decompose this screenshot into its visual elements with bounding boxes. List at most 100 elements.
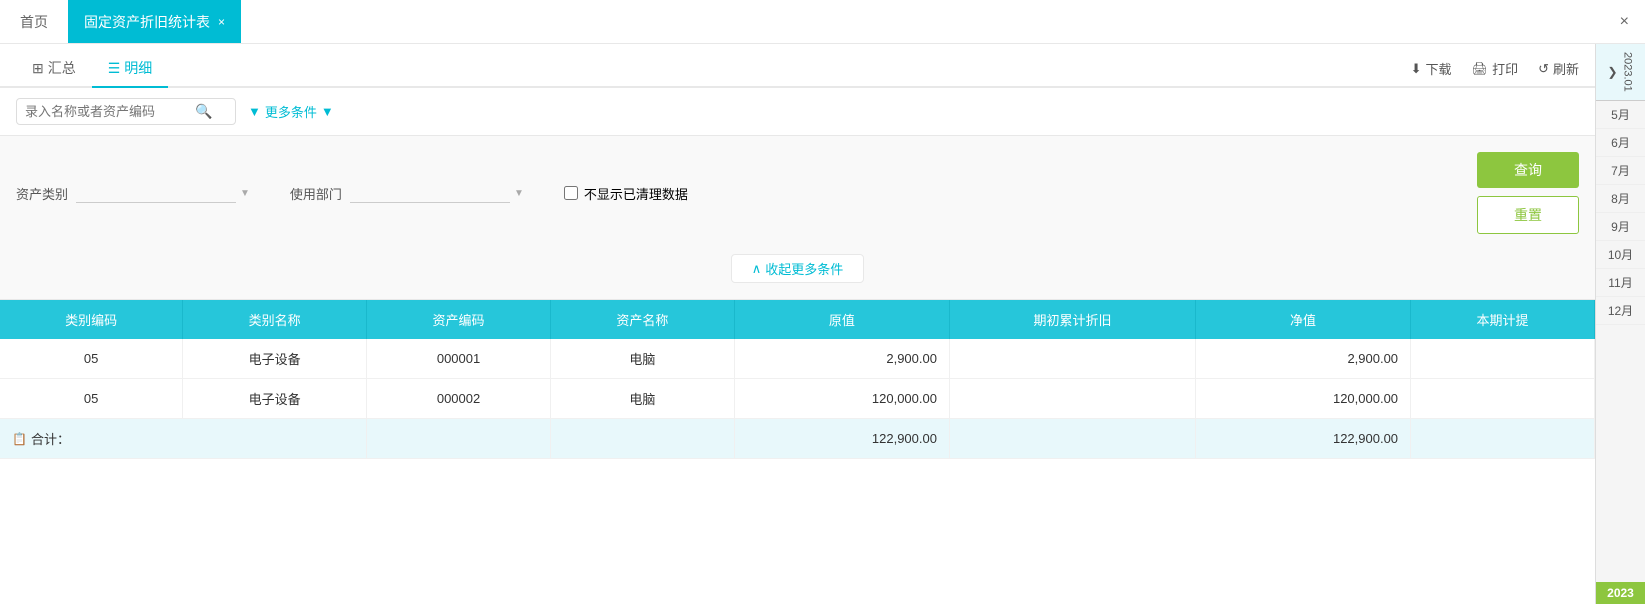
- print-label: 打印: [1492, 59, 1518, 78]
- right-panel: ❯ 2023.01 5月6月7月8月9月10月11月12月 2023: [1595, 44, 1645, 604]
- tab-detail[interactable]: ☰ 明细: [92, 58, 169, 88]
- tab-label: 固定资产折旧统计表: [84, 12, 210, 32]
- cell-asset-code: 000002: [367, 379, 551, 419]
- hide-cleared-field: 不显示已清理数据: [564, 184, 688, 203]
- advanced-filter: 资产类别 ▼ 使用部门 ▼ 不显示已清理数据: [0, 136, 1595, 300]
- collapse-icon: ∧: [752, 261, 762, 277]
- tabs-bar: ⊞ 汇总 ☰ 明细 ⬇ 下载 🖨 打印 ↺ 刷新: [0, 44, 1595, 88]
- total-current-depreciation: [1411, 419, 1595, 459]
- cell-asset-name: 电脑: [550, 379, 734, 419]
- tab-summary-label: 汇总: [48, 58, 76, 78]
- collapse-button[interactable]: ∧ 收起更多条件: [731, 254, 865, 283]
- total-label-cell: 📋 合计：: [0, 419, 367, 459]
- query-button[interactable]: 查询: [1477, 152, 1579, 188]
- download-button[interactable]: ⬇ 下载: [1411, 59, 1452, 78]
- month-item[interactable]: 9月: [1596, 213, 1645, 241]
- col-original-value: 原值: [734, 300, 949, 339]
- table-header-row: 类别编码 类别名称 资产编码 资产名称 原值 期初累计折旧 净值 本期计提: [0, 300, 1595, 339]
- cell-current-depreciation: [1411, 339, 1595, 379]
- print-button[interactable]: 🖨 打印: [1472, 59, 1519, 78]
- tab-summary[interactable]: ⊞ 汇总: [16, 58, 92, 88]
- cell-asset-code: 000001: [367, 339, 551, 379]
- department-label: 使用部门: [290, 184, 342, 203]
- col-cumulative-depreciation: 期初累计折旧: [949, 300, 1195, 339]
- col-asset-code: 资产编码: [367, 300, 551, 339]
- data-table: 类别编码 类别名称 资产编码 资产名称 原值 期初累计折旧 净值 本期计提 05…: [0, 300, 1595, 459]
- search-bar: 🔍 ▼ 更多条件 ▼: [0, 88, 1595, 136]
- search-input[interactable]: [25, 104, 195, 119]
- col-category-code: 类别编码: [0, 300, 183, 339]
- date-nav: ❯ 2023.01: [1596, 44, 1645, 101]
- chevron-down-icon: ▼: [321, 104, 334, 119]
- total-row: 📋 合计： 122,900.00 122,900.00: [0, 419, 1595, 459]
- summary-icon: ⊞: [32, 60, 44, 77]
- download-icon: ⬇: [1411, 61, 1422, 77]
- table-row: 05 电子设备 000001 电脑 2,900.00 2,900.00: [0, 339, 1595, 379]
- cell-original-value: 120,000.00: [734, 379, 949, 419]
- tab-detail-label: 明细: [124, 58, 152, 78]
- cell-original-value: 2,900.00: [734, 339, 949, 379]
- col-asset-name: 资产名称: [550, 300, 734, 339]
- download-label: 下载: [1426, 59, 1452, 78]
- month-item[interactable]: 11月: [1596, 269, 1645, 297]
- total-net-value: 122,900.00: [1195, 419, 1410, 459]
- col-current-depreciation: 本期计提: [1411, 300, 1595, 339]
- month-item[interactable]: 6月: [1596, 129, 1645, 157]
- cell-net-value: 120,000.00: [1195, 379, 1410, 419]
- asset-category-field: 资产类别 ▼: [16, 183, 250, 203]
- month-item[interactable]: 8月: [1596, 185, 1645, 213]
- total-asset-name: [550, 419, 734, 459]
- asset-category-label: 资产类别: [16, 184, 68, 203]
- search-icon: 🔍: [195, 103, 212, 120]
- collapse-label: 收起更多条件: [765, 259, 843, 278]
- month-item[interactable]: 10月: [1596, 241, 1645, 269]
- filter-icon: ▼: [248, 104, 261, 119]
- month-item[interactable]: 5月: [1596, 101, 1645, 129]
- hide-cleared-checkbox[interactable]: [564, 186, 578, 200]
- cell-net-value: 2,900.00: [1195, 339, 1410, 379]
- home-nav[interactable]: 首页: [0, 0, 68, 43]
- date-label: 2023.01: [1622, 52, 1634, 92]
- year-badge: 2023: [1596, 582, 1645, 604]
- asset-category-input[interactable]: [76, 183, 236, 203]
- fixed-assets-tab[interactable]: 固定资产折旧统计表 ×: [68, 0, 241, 43]
- more-conditions-button[interactable]: ▼ 更多条件 ▼: [248, 102, 334, 121]
- department-arrow: ▼: [514, 188, 524, 199]
- total-original-value: 122,900.00: [734, 419, 949, 459]
- cell-asset-name: 电脑: [550, 339, 734, 379]
- reset-button[interactable]: 重置: [1477, 196, 1579, 234]
- total-label: 合计：: [31, 429, 70, 448]
- print-icon: 🖨: [1472, 61, 1489, 77]
- col-category-name: 类别名称: [183, 300, 367, 339]
- refresh-button[interactable]: ↺ 刷新: [1538, 59, 1579, 78]
- more-conditions-label: 更多条件: [265, 102, 317, 121]
- tab-close-button[interactable]: ×: [218, 15, 225, 29]
- total-icon: 📋: [12, 432, 27, 446]
- months-list: 5月6月7月8月9月10月11月12月: [1596, 101, 1645, 582]
- cell-category-code: 05: [0, 379, 183, 419]
- tabs-actions: ⬇ 下载 🖨 打印 ↺ 刷新: [1411, 59, 1579, 78]
- table-row: 05 电子设备 000002 电脑 120,000.00 120,000.00: [0, 379, 1595, 419]
- month-item[interactable]: 12月: [1596, 297, 1645, 325]
- search-input-wrap[interactable]: 🔍: [16, 98, 236, 125]
- filter-buttons: 查询 重置: [1477, 152, 1579, 234]
- col-net-value: 净值: [1195, 300, 1410, 339]
- cell-category-name: 电子设备: [183, 339, 367, 379]
- department-field: 使用部门 ▼: [290, 183, 524, 203]
- window-close-button[interactable]: ×: [1620, 13, 1629, 31]
- nav-arrow-icon[interactable]: ❯: [1607, 65, 1617, 79]
- cell-cumulative-depreciation: [949, 379, 1195, 419]
- cell-cumulative-depreciation: [949, 339, 1195, 379]
- total-asset-code: [367, 419, 551, 459]
- month-item[interactable]: 7月: [1596, 157, 1645, 185]
- refresh-icon: ↺: [1538, 61, 1549, 77]
- collapse-bar: ∧ 收起更多条件: [16, 246, 1579, 283]
- detail-icon: ☰: [108, 60, 121, 77]
- cell-current-depreciation: [1411, 379, 1595, 419]
- department-input[interactable]: [350, 183, 510, 203]
- cell-category-code: 05: [0, 339, 183, 379]
- cell-category-name: 电子设备: [183, 379, 367, 419]
- total-cumulative-depreciation: [949, 419, 1195, 459]
- asset-category-arrow: ▼: [240, 188, 250, 199]
- hide-cleared-label: 不显示已清理数据: [584, 184, 688, 203]
